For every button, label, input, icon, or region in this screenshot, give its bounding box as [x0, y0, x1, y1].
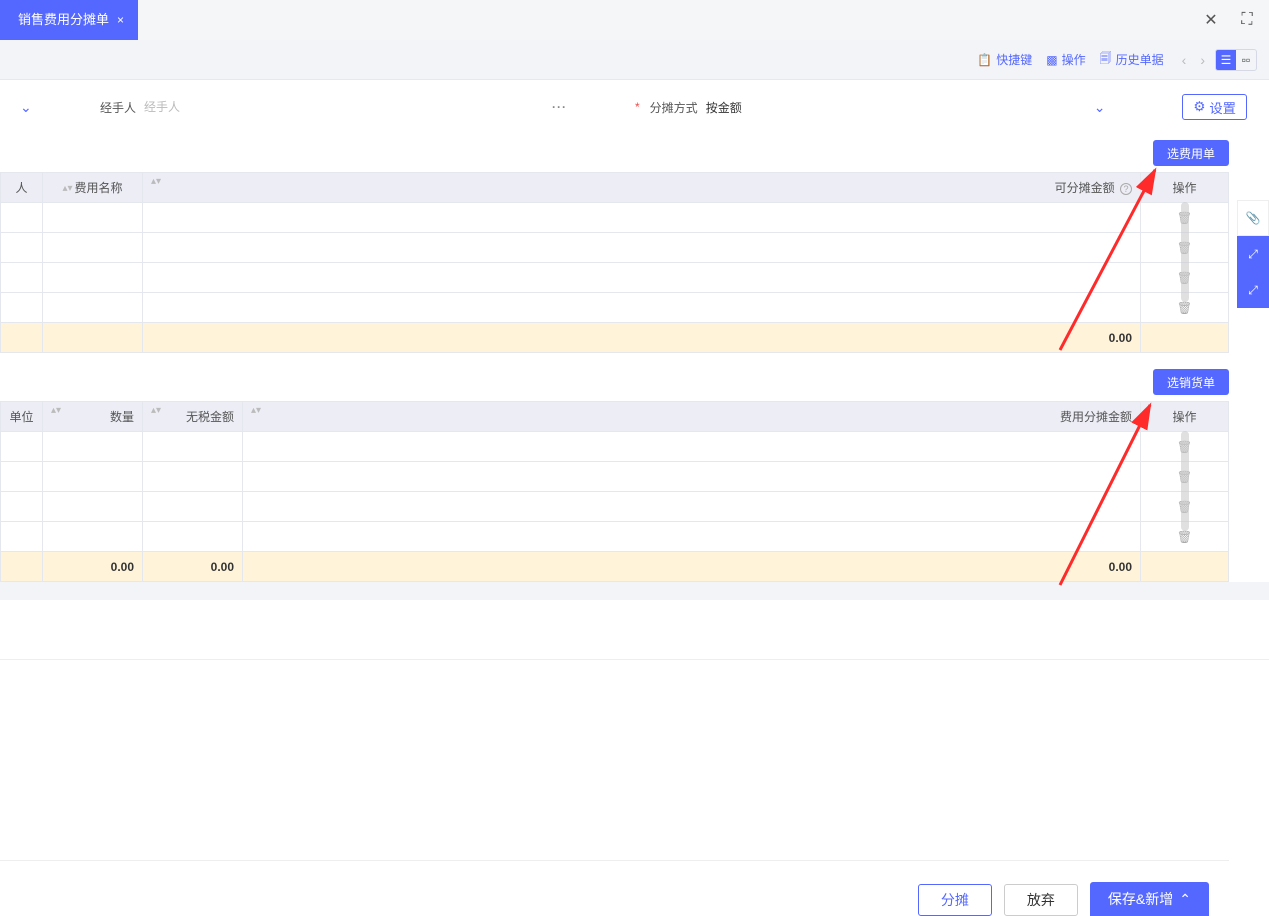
col-operation: 操作: [1141, 173, 1229, 203]
divider: [0, 582, 1269, 600]
sum-allocation: 0.00: [243, 552, 1141, 582]
col-person[interactable]: 人: [1, 173, 43, 203]
table-row[interactable]: 🗑: [1, 233, 1229, 263]
col-unit[interactable]: 单位: [1, 402, 43, 432]
list-view-toggle[interactable]: ☰: [1216, 50, 1236, 70]
handler-label: 经手人: [100, 99, 136, 116]
table-row[interactable]: 🗑: [1, 432, 1229, 462]
close-icon[interactable]: ×: [117, 0, 124, 40]
summary-row: 0.00: [1, 323, 1229, 353]
summary-row: 0.00 0.00 0.00: [1, 552, 1229, 582]
table-row[interactable]: 🗑: [1, 462, 1229, 492]
sum-allocatable: 0.00: [143, 323, 1141, 353]
table-row[interactable]: 🗑: [1, 293, 1229, 323]
shortcut-button[interactable]: 📋 快捷键: [977, 51, 1032, 68]
col-quantity[interactable]: ▴▾数量: [43, 402, 143, 432]
history-icon: 🗐: [1100, 49, 1112, 70]
discard-button[interactable]: 放弃: [1004, 884, 1078, 916]
col-expense-name[interactable]: ▴▾费用名称: [43, 173, 143, 203]
filter-row: ⌄ 经手人 ··· * 分摊方式 ⌄ ⚙ 设置: [0, 80, 1269, 134]
save-and-new-button[interactable]: 保存&新增 ⌃: [1090, 882, 1209, 916]
expand2-icon[interactable]: ⤢: [1237, 272, 1269, 308]
handler-input[interactable]: [144, 100, 544, 114]
grid-icon: ▩: [1046, 53, 1057, 67]
col-allocatable-amount[interactable]: ▴▾可分摊金额 ?: [143, 173, 1141, 203]
more-icon[interactable]: ···: [552, 100, 567, 114]
info-icon[interactable]: ?: [1120, 183, 1132, 195]
handler-field: 经手人 ···: [100, 99, 567, 116]
method-label: 分摊方式: [650, 99, 698, 116]
prev-record-icon[interactable]: ‹: [1178, 52, 1191, 68]
view-toggle: ☰ ▫▫: [1215, 49, 1257, 71]
toolbar: 📋 快捷键 ▩ 操作 🗐 历史单据 ‹ › ☰ ▫▫: [0, 40, 1269, 80]
allocation-method-field: * 分摊方式 ⌄: [635, 99, 1105, 116]
expand-icon[interactable]: ⤢: [1237, 236, 1269, 272]
next-record-icon[interactable]: ›: [1196, 52, 1209, 68]
tab-sales-expense-allocation[interactable]: 销售费用分摊单 ×: [0, 0, 138, 40]
table-row[interactable]: 🗑: [1, 263, 1229, 293]
gear-icon: ⚙: [1193, 99, 1205, 115]
expense-table: 人 ▴▾费用名称 ▴▾可分摊金额 ? 操作 🗑 🗑 🗑 🗑 0.00: [0, 172, 1229, 353]
table-row[interactable]: 🗑: [1, 522, 1229, 552]
card-view-toggle[interactable]: ▫▫: [1236, 50, 1256, 70]
sum-qty: 0.00: [43, 552, 143, 582]
operate-button[interactable]: ▩ 操作: [1046, 51, 1085, 68]
settings-button[interactable]: ⚙ 设置: [1182, 94, 1247, 120]
select-sales-bill-button[interactable]: 选销货单: [1153, 369, 1229, 395]
col-allocation-amount[interactable]: ▴▾费用分摊金额: [243, 402, 1141, 432]
chevron-down-icon[interactable]: ⌄: [1094, 99, 1106, 116]
close-window-icon[interactable]: ✕: [1199, 8, 1223, 32]
sum-notax: 0.00: [143, 552, 243, 582]
sales-section: 选销货单 单位 ▴▾数量 ▴▾无税金额 ▴▾费用分摊金额 操作 🗑 🗑 🗑 🗑: [0, 363, 1269, 582]
fullscreen-icon[interactable]: ⛶: [1235, 8, 1259, 32]
footer-actions: 分摊 放弃 保存&新增 ⌃: [0, 860, 1229, 916]
chevron-up-icon: ⌃: [1179, 891, 1191, 908]
table-row[interactable]: 🗑: [1, 203, 1229, 233]
keyboard-icon: 📋: [977, 53, 992, 67]
col-notax-amount[interactable]: ▴▾无税金额: [143, 402, 243, 432]
method-input[interactable]: [706, 100, 1086, 114]
sales-table: 单位 ▴▾数量 ▴▾无税金额 ▴▾费用分摊金额 操作 🗑 🗑 🗑 🗑 0.00 …: [0, 401, 1229, 582]
select-expense-bill-button[interactable]: 选费用单: [1153, 140, 1229, 166]
col-operation: 操作: [1141, 402, 1229, 432]
right-float-bar: 📎 ⤢ ⤢: [1237, 200, 1269, 308]
expense-section: 选费用单 人 ▴▾费用名称 ▴▾可分摊金额 ? 操作 🗑 🗑 🗑 🗑 0.00: [0, 134, 1269, 353]
notes-area[interactable]: [0, 600, 1269, 660]
history-button[interactable]: 🗐 历史单据: [1100, 49, 1164, 70]
required-mark: *: [635, 100, 640, 114]
scrollbar[interactable]: [1181, 431, 1189, 531]
tab-title: 销售费用分摊单: [18, 0, 109, 40]
table-row[interactable]: 🗑: [1, 492, 1229, 522]
attachment-icon[interactable]: 📎: [1237, 200, 1269, 236]
chevron-down-icon[interactable]: ⌄: [20, 99, 32, 116]
allocate-button[interactable]: 分摊: [918, 884, 992, 916]
scrollbar[interactable]: [1181, 202, 1189, 302]
